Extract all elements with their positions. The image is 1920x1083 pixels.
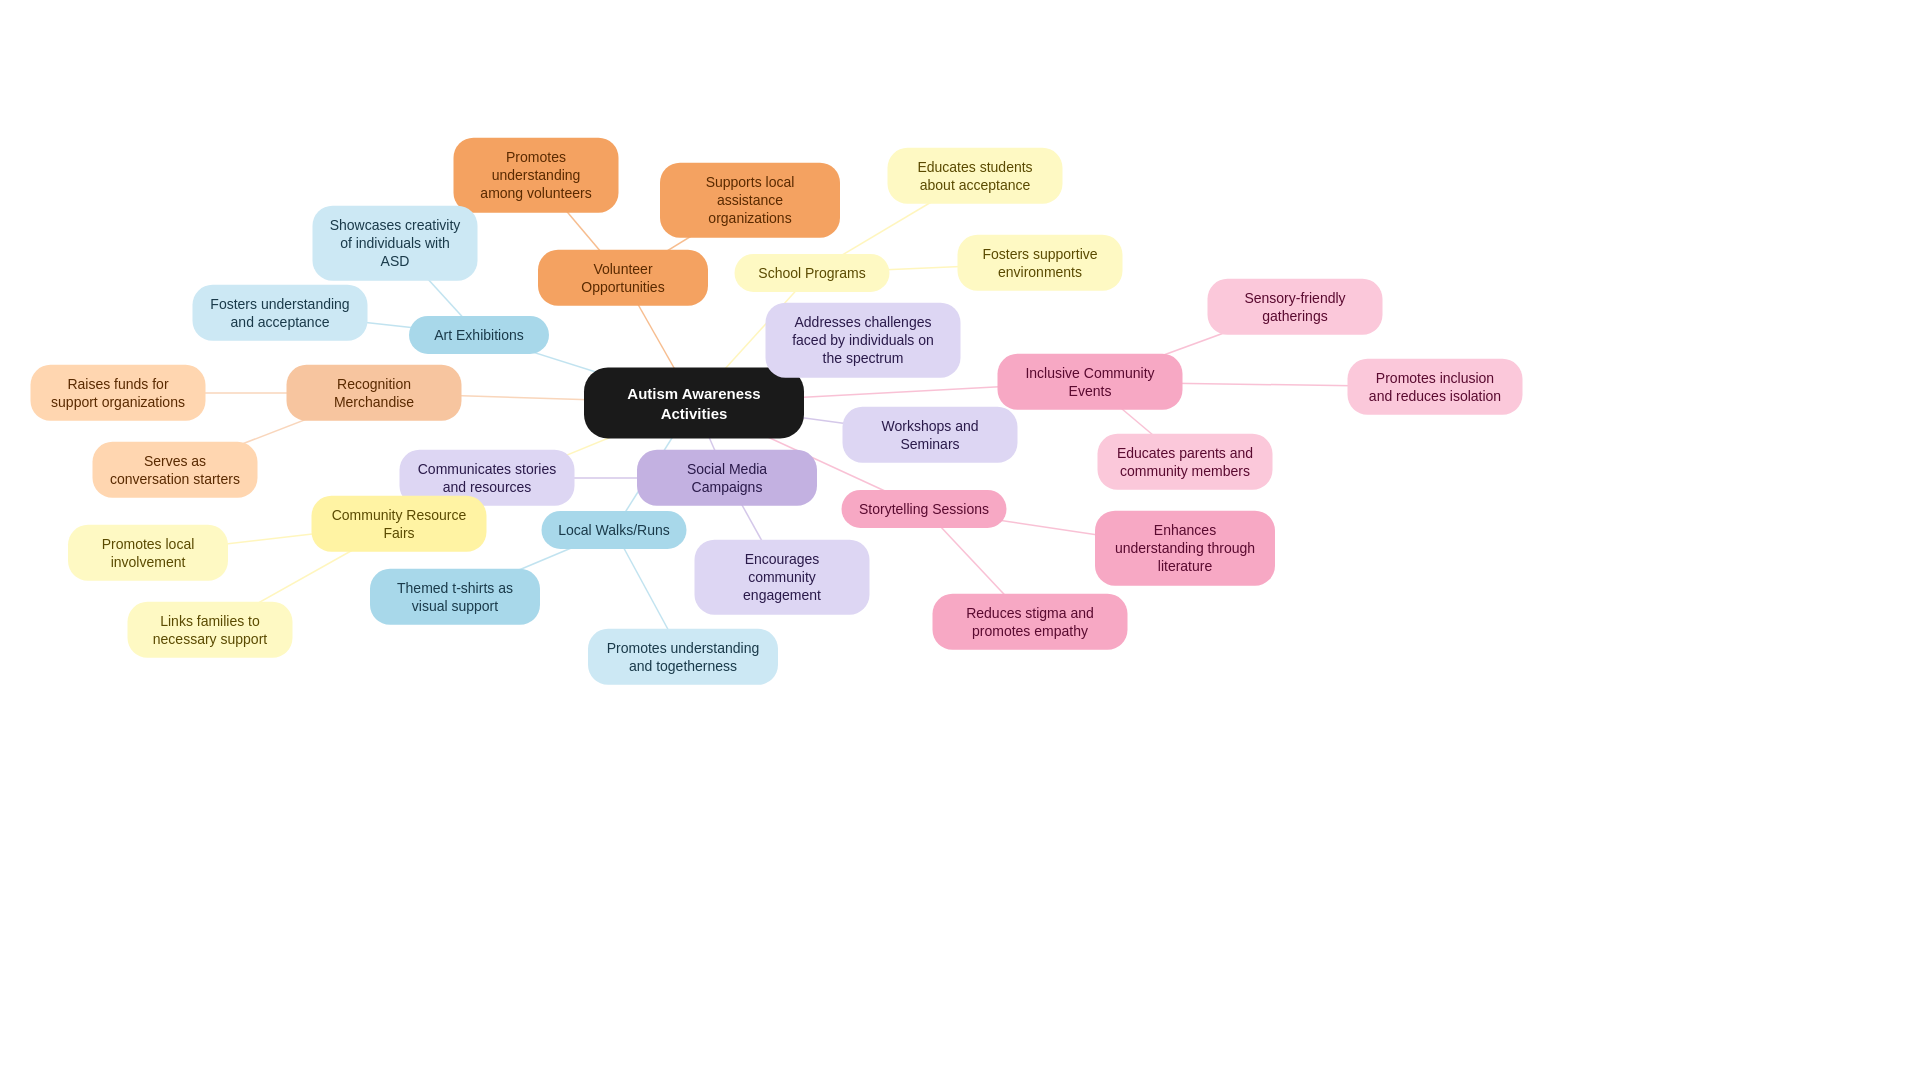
educates-students: Educates students about acceptance xyxy=(888,148,1063,204)
links-families: Links families to necessary support xyxy=(128,602,293,658)
fosters-understanding: Fosters understanding and acceptance xyxy=(193,285,368,341)
promotes-togetherness: Promotes understanding and togetherness xyxy=(588,629,778,685)
storytelling-sessions: Storytelling Sessions xyxy=(842,490,1007,528)
addresses-challenges: Addresses challenges faced by individual… xyxy=(766,303,961,378)
school-programs: School Programs xyxy=(735,254,890,292)
sensory-friendly: Sensory-friendly gatherings xyxy=(1208,279,1383,335)
volunteer-opportunities: Volunteer Opportunities xyxy=(538,250,708,306)
educates-parents: Educates parents and community members xyxy=(1098,434,1273,490)
promotes-understanding-volunteers: Promotes understanding among volunteers xyxy=(454,138,619,213)
mindmap-container: Autism Awareness Activities Volunteer Opp… xyxy=(0,0,1920,1083)
themed-tshirts: Themed t-shirts as visual support xyxy=(370,569,540,625)
enhances-understanding: Enhances understanding through literatur… xyxy=(1095,511,1275,586)
promotes-local: Promotes local involvement xyxy=(68,525,228,581)
supports-local: Supports local assistance organizations xyxy=(660,163,840,238)
community-resource-fairs: Community Resource Fairs xyxy=(312,496,487,552)
local-walks: Local Walks/Runs xyxy=(542,511,687,549)
promotes-inclusion: Promotes inclusion and reduces isolation xyxy=(1348,359,1523,415)
art-exhibitions: Art Exhibitions xyxy=(409,316,549,354)
reduces-stigma: Reduces stigma and promotes empathy xyxy=(933,594,1128,650)
recognition-merchandise: Recognition Merchandise xyxy=(287,365,462,421)
inclusive-community: Inclusive Community Events xyxy=(998,354,1183,410)
center-node: Autism Awareness Activities xyxy=(584,368,804,439)
workshops-seminars: Workshops and Seminars xyxy=(843,407,1018,463)
raises-funds: Raises funds for support organizations xyxy=(31,365,206,421)
serves-conversation: Serves as conversation starters xyxy=(93,442,258,498)
fosters-supportive: Fosters supportive environments xyxy=(958,235,1123,291)
showcases-creativity: Showcases creativity of individuals with… xyxy=(313,206,478,281)
encourages-community: Encourages community engagement xyxy=(695,540,870,615)
social-media: Social Media Campaigns xyxy=(637,450,817,506)
